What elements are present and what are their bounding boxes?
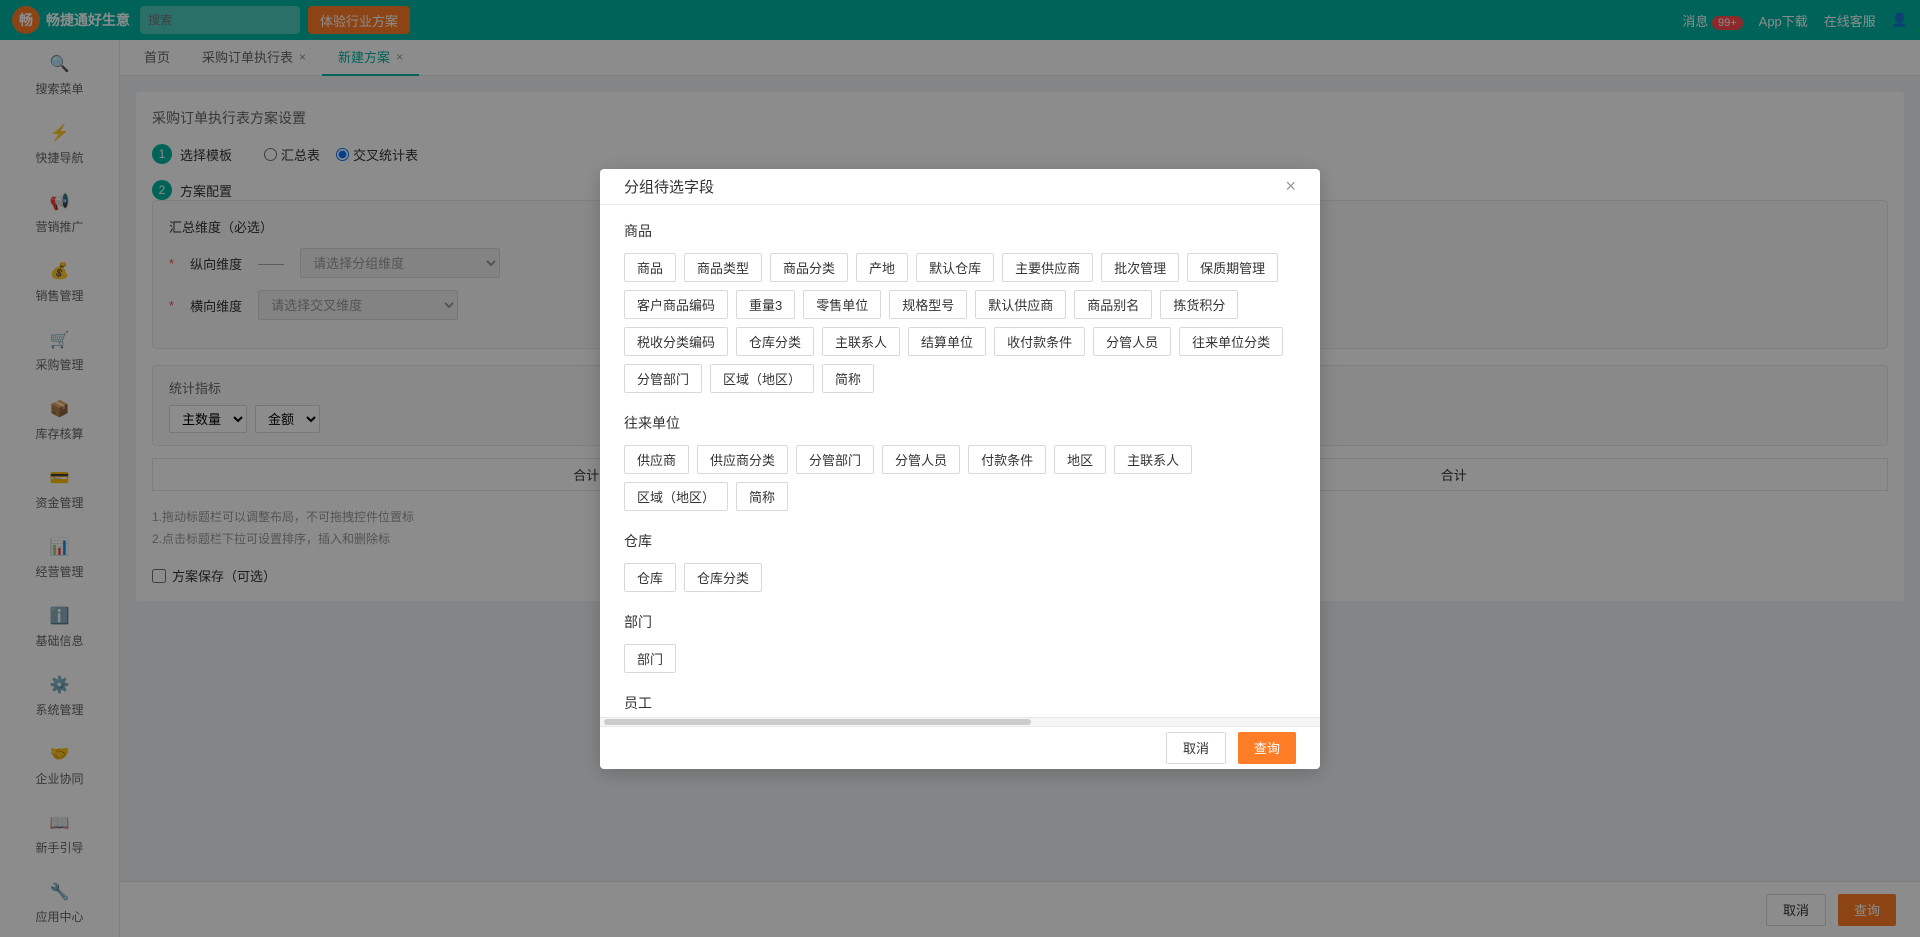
field-tag-product-category[interactable]: 商品分类	[770, 253, 848, 282]
modal-footer: 取消 查询	[600, 726, 1320, 769]
hscroll-thumb[interactable]	[604, 719, 1031, 725]
modal-dialog: 分组待选字段 × 商品 商品 商品类型 商品分类 产地 默认仓库 主要供应商 批…	[600, 169, 1320, 769]
field-tag-region-partner[interactable]: 地区	[1054, 445, 1106, 474]
field-tag-main-supplier[interactable]: 主要供应商	[1002, 253, 1093, 282]
field-tag-weight3[interactable]: 重量3	[736, 290, 795, 319]
field-tag-region-product[interactable]: 区域（地区）	[710, 364, 814, 393]
field-tag-warehouse-category[interactable]: 仓库分类	[736, 327, 814, 356]
field-tag-product[interactable]: 商品	[624, 253, 676, 282]
field-tag-settlement-unit[interactable]: 结算单位	[908, 327, 986, 356]
product-group-title: 商品	[624, 221, 1296, 241]
modal-confirm-btn[interactable]: 查询	[1238, 732, 1296, 764]
employee-group-title: 员工	[624, 693, 1296, 713]
modal-hscroll[interactable]	[600, 717, 1320, 726]
field-tag-person-partner[interactable]: 分管人员	[882, 445, 960, 474]
field-tag-customer-code[interactable]: 客户商品编码	[624, 290, 728, 319]
dept-group-title: 部门	[624, 612, 1296, 632]
field-tag-product-alias[interactable]: 商品别名	[1074, 290, 1152, 319]
modal-header: 分组待选字段 ×	[600, 169, 1320, 206]
field-tag-manager[interactable]: 分管人员	[1093, 327, 1171, 356]
field-tag-retail-unit[interactable]: 零售单位	[803, 290, 881, 319]
field-tag-main-contact[interactable]: 主联系人	[822, 327, 900, 356]
field-tag-warehouse-cat[interactable]: 仓库分类	[684, 563, 762, 592]
field-tag-origin[interactable]: 产地	[856, 253, 908, 282]
field-tag-default-supplier[interactable]: 默认供应商	[975, 290, 1066, 319]
field-tag-payment-terms[interactable]: 收付款条件	[994, 327, 1085, 356]
field-tag-spec-model[interactable]: 规格型号	[889, 290, 967, 319]
modal-title: 分组待选字段	[624, 176, 714, 197]
modal-close-btn[interactable]: ×	[1285, 176, 1296, 197]
field-tag-pick-points[interactable]: 拣货积分	[1160, 290, 1238, 319]
field-tag-tax-code[interactable]: 税收分类编码	[624, 327, 728, 356]
partner-field-tags: 供应商 供应商分类 分管部门 分管人员 付款条件 地区 主联系人 区域（地区） …	[624, 445, 1296, 511]
field-group-employee: 员工 业务员	[624, 693, 1296, 717]
warehouse-group-title: 仓库	[624, 531, 1296, 551]
field-tag-default-warehouse[interactable]: 默认仓库	[916, 253, 994, 282]
field-group-partner: 往来单位 供应商 供应商分类 分管部门 分管人员 付款条件 地区 主联系人 区域…	[624, 413, 1296, 511]
modal-cancel-btn[interactable]: 取消	[1166, 732, 1226, 764]
field-group-dept: 部门 部门	[624, 612, 1296, 673]
field-tag-expiry-mgmt[interactable]: 保质期管理	[1187, 253, 1278, 282]
field-tag-payment-cond[interactable]: 付款条件	[968, 445, 1046, 474]
dept-field-tags: 部门	[624, 644, 1296, 673]
field-tag-contact-partner[interactable]: 主联系人	[1114, 445, 1192, 474]
field-tag-warehouse[interactable]: 仓库	[624, 563, 676, 592]
field-tag-managing-dept[interactable]: 分管部门	[624, 364, 702, 393]
field-tag-product-type[interactable]: 商品类型	[684, 253, 762, 282]
field-tag-supplier-category[interactable]: 供应商分类	[697, 445, 788, 474]
field-tag-short-name-product[interactable]: 简称	[822, 364, 874, 393]
field-tag-supplier[interactable]: 供应商	[624, 445, 689, 474]
field-tag-area-partner[interactable]: 区域（地区）	[624, 482, 728, 511]
field-tag-short-partner[interactable]: 简称	[736, 482, 788, 511]
field-group-warehouse: 仓库 仓库 仓库分类	[624, 531, 1296, 592]
field-group-product: 商品 商品 商品类型 商品分类 产地 默认仓库 主要供应商 批次管理 保质期管理…	[624, 221, 1296, 393]
modal-backdrop: 分组待选字段 × 商品 商品 商品类型 商品分类 产地 默认仓库 主要供应商 批…	[0, 0, 1920, 937]
warehouse-field-tags: 仓库 仓库分类	[624, 563, 1296, 592]
modal-body: 商品 商品 商品类型 商品分类 产地 默认仓库 主要供应商 批次管理 保质期管理…	[600, 205, 1320, 717]
field-tag-dept[interactable]: 部门	[624, 644, 676, 673]
partner-group-title: 往来单位	[624, 413, 1296, 433]
field-tag-partner-category[interactable]: 往来单位分类	[1179, 327, 1283, 356]
field-tag-batch-mgmt[interactable]: 批次管理	[1101, 253, 1179, 282]
field-tag-dept-partner[interactable]: 分管部门	[796, 445, 874, 474]
product-field-tags: 商品 商品类型 商品分类 产地 默认仓库 主要供应商 批次管理 保质期管理 客户…	[624, 253, 1296, 393]
